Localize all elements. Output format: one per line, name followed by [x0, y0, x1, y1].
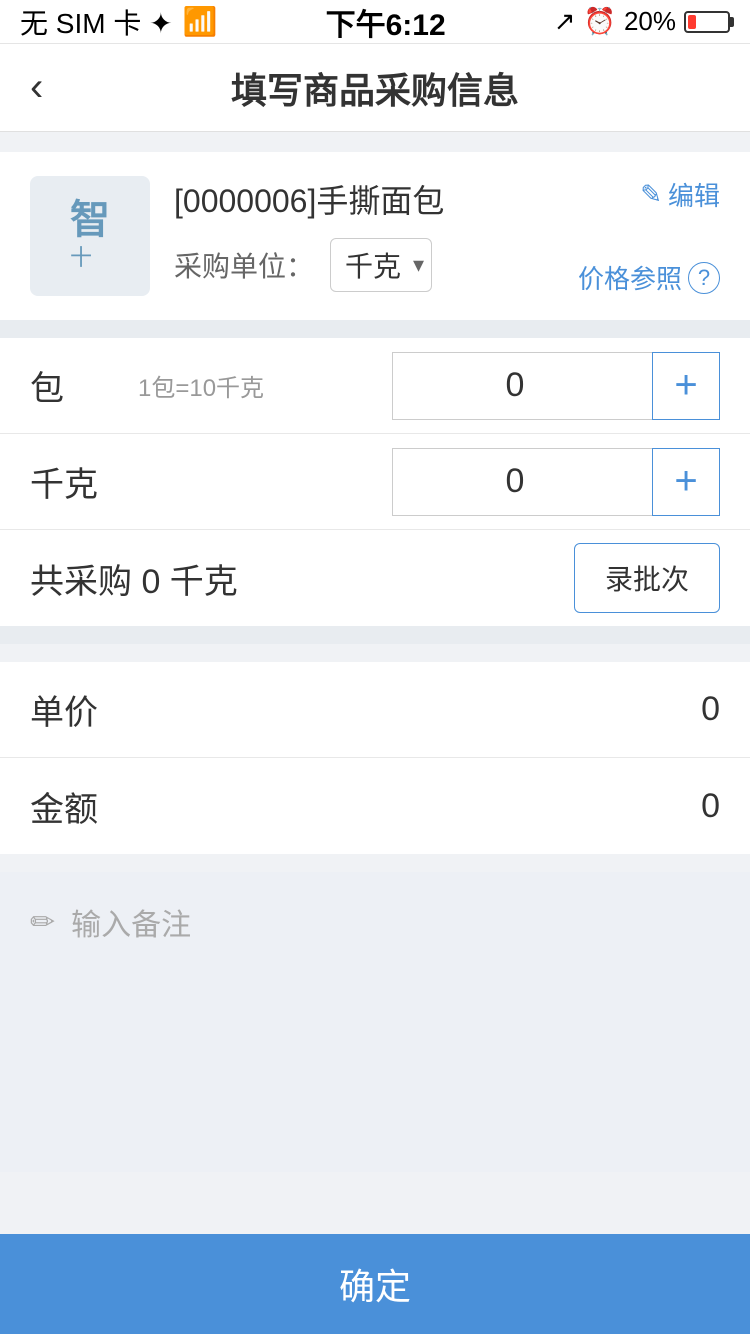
total-label: 共采购 0 千克 — [30, 554, 574, 603]
status-left: 无 SIM 卡 ✦ 📶 — [20, 2, 217, 42]
section-divider-1 — [0, 320, 750, 338]
remark-section[interactable]: ✏ 输入备注 — [0, 872, 750, 1172]
product-image: 智 十 — [30, 176, 150, 296]
bao-row: 包 1包=10千克 + — [0, 338, 750, 434]
kg-row: 千克 + — [0, 434, 750, 530]
wifi-icon: 📶 — [183, 5, 218, 38]
confirm-button[interactable]: 确定 — [0, 1234, 750, 1334]
bao-sublabel: 1包=10千克 — [138, 368, 392, 403]
kg-input-row: + — [392, 448, 720, 516]
price-ref-button[interactable]: 价格参照 ? — [578, 259, 720, 296]
unit-select-wrapper[interactable]: 千克 — [330, 238, 432, 292]
bao-plus-button[interactable]: + — [652, 352, 720, 420]
unit-price-row: 单价 0 — [0, 662, 750, 758]
kg-label: 千克 — [30, 457, 130, 506]
unit-select-button[interactable]: 千克 — [330, 238, 432, 292]
edit-label: 编辑 — [668, 176, 720, 213]
battery-pct: 20% — [624, 6, 676, 37]
unit-price-label: 单价 — [30, 685, 701, 734]
edit-icon: ✎ — [640, 179, 662, 210]
page-title: 填写商品采购信息 — [231, 62, 519, 114]
bao-label: 包 — [30, 361, 130, 410]
record-batch-button[interactable]: 录批次 — [574, 543, 720, 613]
back-button[interactable]: ‹ — [30, 65, 43, 110]
pencil-icon: ✏ — [30, 905, 55, 940]
product-logo: 智 — [70, 200, 110, 240]
alarm-icon: ⏰ — [584, 6, 616, 37]
remark-placeholder: ✏ 输入备注 — [30, 900, 720, 944]
status-right: ↗ ⏰ 20% — [554, 6, 730, 37]
bao-input[interactable] — [392, 352, 652, 420]
location-icon: ↗ — [554, 6, 576, 37]
unit-label: 采购单位： — [174, 245, 314, 285]
amount-value: 0 — [701, 787, 720, 826]
status-time: 下午6:12 — [326, 0, 446, 44]
unit-price-value: 0 — [701, 690, 720, 729]
kg-plus-button[interactable]: + — [652, 448, 720, 516]
status-bar: 无 SIM 卡 ✦ 📶 下午6:12 ↗ ⏰ 20% — [0, 0, 750, 44]
amount-label: 金额 — [30, 782, 701, 831]
price-ref-label: 价格参照 — [578, 259, 682, 296]
battery-fill — [688, 15, 696, 29]
remark-placeholder-text: 输入备注 — [71, 900, 191, 944]
section-divider-2 — [0, 626, 750, 644]
help-icon: ? — [688, 262, 720, 294]
edit-button[interactable]: ✎ 编辑 — [640, 176, 720, 213]
amount-row: 金额 0 — [0, 758, 750, 854]
signal-text: 无 SIM 卡 ✦ — [20, 2, 173, 42]
product-card: 智 十 [0000006]手撕面包 采购单位： 千克 ✎ 编辑 价格参照 ? — [0, 152, 750, 320]
product-logo-sub: 十 — [70, 240, 110, 272]
bao-input-row: + — [392, 352, 720, 420]
battery-icon — [684, 11, 730, 33]
quantity-section: 包 1包=10千克 + 千克 + — [0, 338, 750, 530]
price-info-section: 单价 0 金额 0 — [0, 662, 750, 854]
nav-bar: ‹ 填写商品采购信息 — [0, 44, 750, 132]
product-name: [0000006]手撕面包 — [174, 176, 720, 222]
kg-input[interactable] — [392, 448, 652, 516]
total-row: 共采购 0 千克 录批次 — [0, 530, 750, 626]
